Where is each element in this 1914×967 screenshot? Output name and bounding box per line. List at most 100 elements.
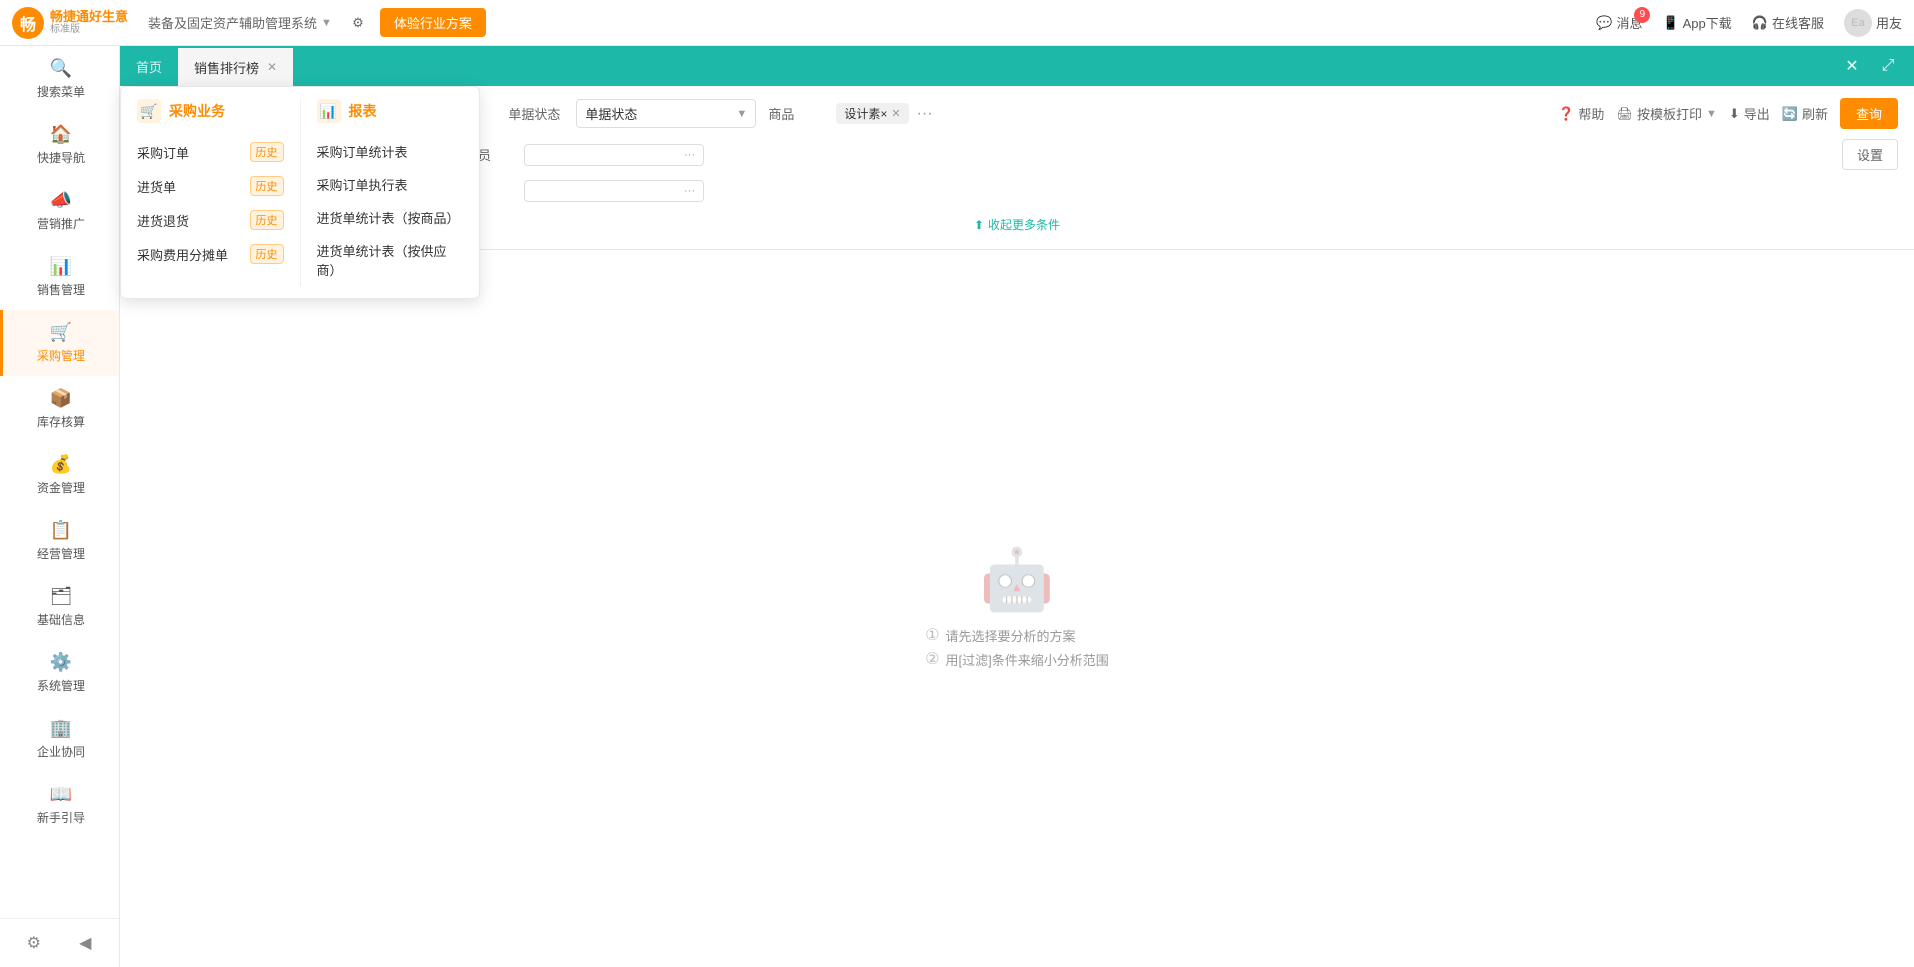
print-btn[interactable]: 🖨 按模板打印 ▼ <box>1616 104 1716 123</box>
sidebar-item-search[interactable]: 🔍 搜索菜单 <box>0 46 119 112</box>
collapse-btn[interactable]: ⬆ 收起更多条件 <box>974 216 1060 233</box>
salesperson-select[interactable]: ··· <box>524 144 704 166</box>
dropdown-item-stock-stats-supplier[interactable]: 进货单统计表（按供应商） <box>317 234 464 286</box>
message-btn[interactable]: 💬 消息 9 <box>1596 13 1642 32</box>
export-btn[interactable]: ⬇ 导出 <box>1729 104 1770 123</box>
customer-dots: ··· <box>684 185 695 197</box>
customer-select[interactable]: ··· <box>524 180 704 202</box>
tab-close-all-btn[interactable]: ✕ <box>1838 52 1866 80</box>
logo-sub: 标准版 <box>50 24 128 36</box>
doc-status-label: 单据状态 <box>508 104 568 123</box>
purchase-dropdown: 🛒 采购业务 采购订单 历史 进货单 历史 进货退货 历史 采购费用分摊单 历史… <box>120 86 480 299</box>
top-header: 畅 畅捷通好生意 标准版 装备及固定资产辅助管理系统 ▼ ⚙ 体验行业方案 💬 … <box>0 0 1914 46</box>
sidebar: 🔍 搜索菜单 🏠 快捷导航 📣 营销推广 📊 销售管理 🛒 采购管理 📦 库存核… <box>0 46 120 967</box>
dropdown-item-order-exec[interactable]: 采购订单执行表 <box>317 168 464 201</box>
system-title-chevron: ▼ <box>321 17 332 29</box>
empty-hints: ① 请先选择要分析的方案 ② 用[过滤]条件来缩小分析范围 <box>925 625 1109 673</box>
search-icon: 🔍 <box>50 58 72 79</box>
collapse-icon: ⬆ <box>974 218 984 232</box>
product-more-btn[interactable]: ··· <box>917 105 933 123</box>
dropdown-item-purchase-expense[interactable]: 采购费用分摊单 历史 <box>137 237 284 271</box>
logo-main: 畅捷通好生意 <box>50 9 128 25</box>
online-service-btn[interactable]: 🎧 在线客服 <box>1752 13 1824 32</box>
dropdown-item-order-stats[interactable]: 采购订单统计表 <box>317 135 464 168</box>
print-chevron: ▼ <box>1706 108 1717 120</box>
operation-icon: 📋 <box>50 520 72 541</box>
refresh-btn[interactable]: 🔄 刷新 <box>1782 104 1828 123</box>
help-icon: ❓ <box>1558 106 1574 122</box>
phone-icon: 📱 <box>1662 15 1678 31</box>
salesperson-chevron: ··· <box>684 149 695 161</box>
tab-sales-rank[interactable]: 销售排行榜 ✕ <box>178 46 293 86</box>
system-title[interactable]: 装备及固定资产辅助管理系统 ▼ <box>140 13 344 32</box>
finance-icon: 💰 <box>50 454 72 475</box>
sidebar-item-inventory[interactable]: 📦 库存核算 <box>0 376 119 442</box>
settings-icon[interactable]: ⚙ <box>344 9 372 37</box>
tab-bar-right: ✕ ⤢ <box>1838 52 1914 80</box>
sidebar-item-basic[interactable]: 🗂 基础信息 <box>0 574 119 640</box>
toolbar-right: ❓ 帮助 🖨 按模板打印 ▼ ⬇ 导出 🔄 刷新 <box>1558 98 1898 129</box>
sidebar-item-marketing[interactable]: 📣 营销推广 <box>0 178 119 244</box>
message-icon: 💬 <box>1596 15 1612 31</box>
guide-icon: 📖 <box>50 784 72 805</box>
report-header-icon: 📊 <box>317 99 341 123</box>
query-btn[interactable]: 查询 <box>1840 98 1898 129</box>
tab-home[interactable]: 首页 <box>120 46 178 86</box>
industry-btn[interactable]: 体验行业方案 <box>380 8 486 37</box>
sidebar-collapse-btn[interactable]: ◀ <box>69 927 101 959</box>
dropdown-item-stock-return[interactable]: 进货退货 历史 <box>137 203 284 237</box>
hint-dot-2: ② <box>925 649 939 669</box>
purchase-icon: 🛒 <box>50 322 72 343</box>
doc-status-select[interactable]: 单据状态 ▼ <box>576 99 756 128</box>
help-btn[interactable]: ❓ 帮助 <box>1558 104 1604 123</box>
user-btn[interactable]: Ea 用友 <box>1844 9 1902 37</box>
dropdown-purchase-col: 🛒 采购业务 采购订单 历史 进货单 历史 进货退货 历史 采购费用分摊单 历史 <box>121 99 301 286</box>
avatar: Ea <box>1844 9 1872 37</box>
tab-close-btn[interactable]: ✕ <box>267 60 277 74</box>
logo-area: 畅 畅捷通好生意 标准版 <box>12 7 132 39</box>
dropdown-item-purchase-order[interactable]: 采购订单 历史 <box>137 135 284 169</box>
dropdown-item-stock-stats-product[interactable]: 进货单统计表（按商品） <box>317 201 464 234</box>
sales-icon: 📊 <box>50 256 72 277</box>
print-icon: 🖨 <box>1616 106 1633 122</box>
history-badge-2: 历史 <box>250 210 284 230</box>
doc-status-chevron: ▼ <box>736 108 747 120</box>
product-label: 商品 <box>768 104 828 123</box>
sidebar-label-search: 搜索菜单 <box>37 83 85 100</box>
sidebar-item-corp[interactable]: 🏢 企业协同 <box>0 706 119 772</box>
basic-icon: 🗂 <box>50 586 73 607</box>
hint-text-2: 用[过滤]条件来缩小分析范围 <box>946 650 1109 669</box>
logo-icon: 畅 <box>12 7 44 39</box>
sidebar-item-operation[interactable]: 📋 经营管理 <box>0 508 119 574</box>
sidebar-item-purchase[interactable]: 🛒 采购管理 <box>0 310 119 376</box>
tab-expand-btn[interactable]: ⤢ <box>1874 52 1902 80</box>
product-tag-close[interactable]: ✕ <box>891 107 900 120</box>
set-btn[interactable]: 设置 <box>1842 139 1898 170</box>
app-download-btn[interactable]: 📱 App下载 <box>1662 13 1731 32</box>
refresh-icon: 🔄 <box>1782 106 1798 122</box>
message-badge: 9 <box>1634 7 1650 23</box>
hint-text-1: 请先选择要分析的方案 <box>946 626 1076 645</box>
empty-state: 🤖 ① 请先选择要分析的方案 ② 用[过滤]条件来缩小分析范围 <box>120 250 1914 967</box>
inventory-icon: 📦 <box>50 388 72 409</box>
sidebar-item-quick-nav[interactable]: 🏠 快捷导航 <box>0 112 119 178</box>
history-badge-0: 历史 <box>250 142 284 162</box>
sidebar-item-sales[interactable]: 📊 销售管理 <box>0 244 119 310</box>
history-badge-3: 历史 <box>250 244 284 264</box>
system-icon: ⚙️ <box>50 652 72 673</box>
corp-icon: 🏢 <box>50 718 72 739</box>
sidebar-item-guide[interactable]: 📖 新手引导 <box>0 772 119 838</box>
history-badge-1: 历史 <box>250 176 284 196</box>
sidebar-item-system[interactable]: ⚙️ 系统管理 <box>0 640 119 706</box>
home-icon: 🏠 <box>50 124 72 145</box>
hint-dot-1: ① <box>925 625 939 645</box>
sidebar-settings-btn[interactable]: ⚙ <box>18 927 50 959</box>
dropdown-purchase-header: 🛒 采购业务 <box>137 99 284 123</box>
sidebar-bottom: ⚙ ◀ <box>0 918 119 967</box>
sidebar-item-finance[interactable]: 💰 资金管理 <box>0 442 119 508</box>
empty-illustration: 🤖 <box>980 544 1055 615</box>
logo-text: 畅捷通好生意 标准版 <box>50 9 128 37</box>
export-icon: ⬇ <box>1729 106 1740 122</box>
dropdown-report-col: 📊 报表 采购订单统计表 采购订单执行表 进货单统计表（按商品） 进货单统计表（… <box>301 99 480 286</box>
dropdown-item-stock-in[interactable]: 进货单 历史 <box>137 169 284 203</box>
